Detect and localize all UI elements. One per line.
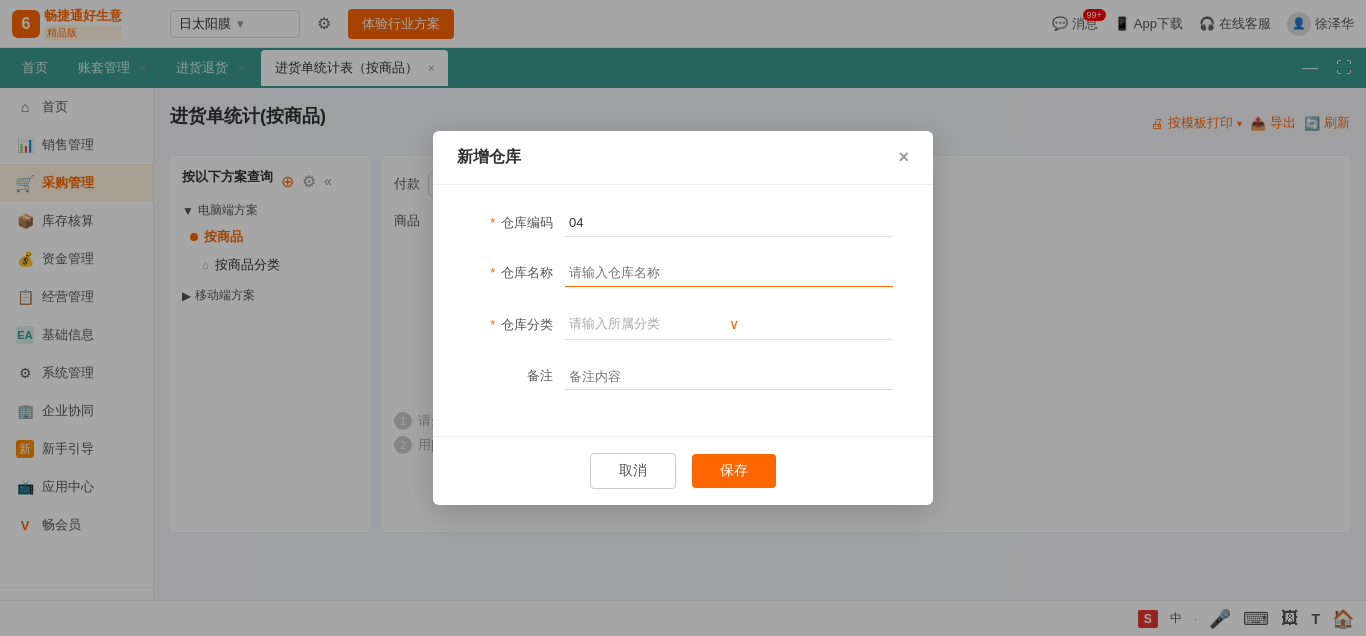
category-chevron-icon: ∨: [729, 316, 889, 332]
category-label: * 仓库分类: [473, 316, 553, 334]
modal-header: 新增仓库 ×: [433, 131, 933, 185]
code-field-row: * 仓库编码: [473, 209, 893, 237]
remark-input[interactable]: [565, 362, 893, 390]
name-label: * 仓库名称: [473, 264, 553, 282]
code-input[interactable]: [565, 209, 893, 237]
category-select[interactable]: 请输入所属分类 ∨: [565, 309, 893, 340]
remark-label: 备注: [473, 367, 553, 385]
cancel-button[interactable]: 取消: [590, 453, 676, 489]
code-label: * 仓库编码: [473, 214, 553, 232]
save-button[interactable]: 保存: [692, 454, 776, 488]
modal-body: * 仓库编码 * 仓库名称 * 仓库分类 请输入所属: [433, 185, 933, 436]
modal-footer: 取消 保存: [433, 436, 933, 505]
modal-close-button[interactable]: ×: [898, 147, 909, 168]
remark-field-row: 备注: [473, 362, 893, 390]
name-input[interactable]: [565, 259, 893, 287]
modal-title: 新增仓库: [457, 147, 521, 168]
name-field-row: * 仓库名称: [473, 259, 893, 287]
modal-overlay[interactable]: 新增仓库 × * 仓库编码 * 仓库名称: [0, 0, 1366, 636]
new-warehouse-modal: 新增仓库 × * 仓库编码 * 仓库名称: [433, 131, 933, 505]
category-placeholder: 请输入所属分类: [569, 315, 729, 333]
category-field-row: * 仓库分类 请输入所属分类 ∨: [473, 309, 893, 340]
